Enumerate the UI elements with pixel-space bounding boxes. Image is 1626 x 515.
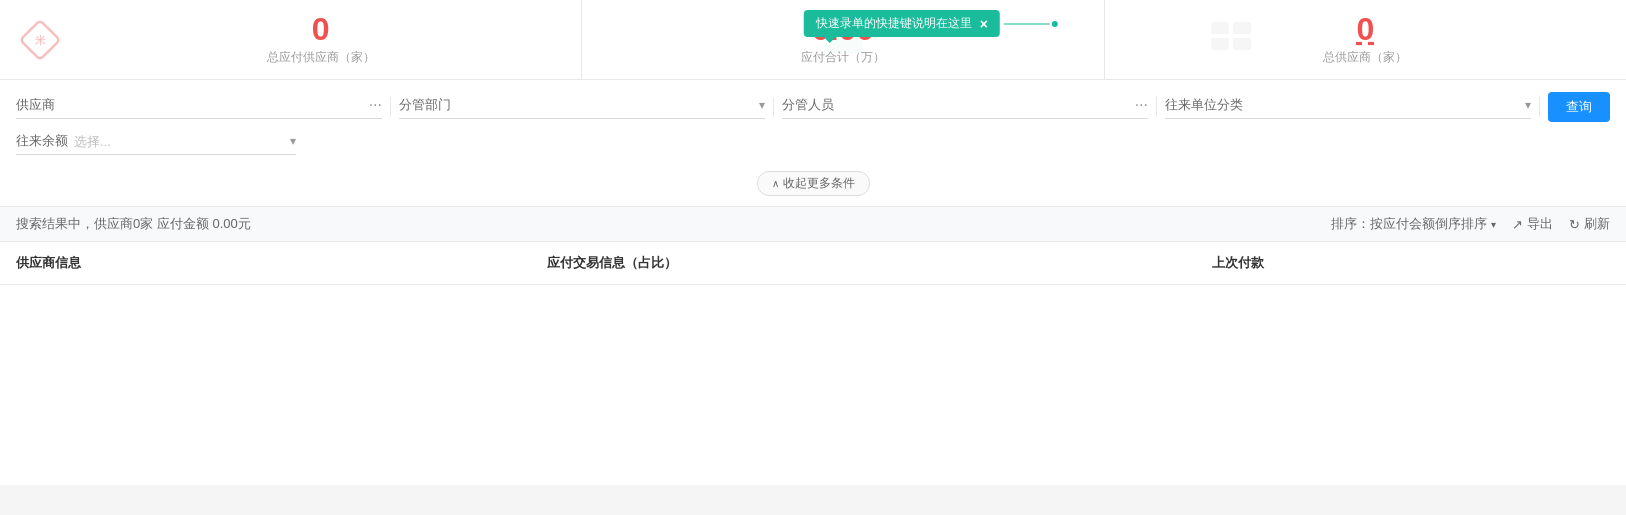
refresh-button[interactable]: ↻ 刷新: [1569, 215, 1610, 233]
unit-label: 往来单位分类: [1165, 96, 1243, 114]
logo-icon: 米: [18, 18, 62, 62]
divider-1: [390, 97, 391, 117]
collapse-button[interactable]: ∧ 收起更多条件: [757, 171, 870, 196]
sort-arrow-icon: ▾: [1491, 219, 1496, 230]
results-bar: 搜索结果中，供应商0家 应付金额 0.00元 排序：按应付会额倒序排序 ▾ ↗ …: [0, 207, 1626, 242]
svg-rect-8: [1211, 38, 1229, 50]
person-filter: 分管人员 ···: [782, 96, 1148, 119]
svg-rect-7: [1233, 22, 1251, 34]
results-actions: 排序：按应付会额倒序排序 ▾ ↗ 导出 ↻ 刷新: [1331, 215, 1610, 233]
refresh-label: 刷新: [1584, 215, 1610, 233]
filter-area: 供应商 ··· 分管部门 ▾ 分管人员 ··· 往来单位分类 ▾ 查询: [0, 80, 1626, 207]
unit-filter: 往来单位分类 ▾: [1165, 96, 1531, 119]
collapse-up-icon: ∧: [772, 178, 779, 189]
export-label: 导出: [1527, 215, 1553, 233]
supplier-input[interactable]: [61, 97, 363, 112]
collapse-label: 收起更多条件: [783, 175, 855, 192]
supplier-label: 供应商: [16, 96, 55, 114]
supplier-filter: 供应商 ···: [16, 96, 382, 119]
balance-arrow-icon[interactable]: ▾: [290, 134, 296, 148]
svg-text:米: 米: [35, 34, 46, 46]
stat1-label: 总应付供应商（家）: [267, 49, 375, 66]
tooltip-text: 快速录单的快捷键说明在这里: [816, 15, 972, 32]
content-area: [0, 285, 1626, 485]
tooltip-line: [1004, 23, 1054, 24]
col-supplier-info-header: 供应商信息: [16, 254, 547, 272]
col-last-payment-header: 上次付款: [1212, 254, 1611, 272]
stat1-number: 0: [312, 13, 330, 45]
dept-input[interactable]: [457, 97, 753, 112]
svg-rect-6: [1211, 22, 1229, 34]
supplier-dots-button[interactable]: ···: [369, 96, 382, 114]
sort-label: 排序：按应付会额倒序排序: [1331, 215, 1487, 233]
svg-rect-9: [1233, 38, 1251, 50]
balance-filter: 往来余额 ▾: [16, 132, 296, 155]
filter-row-2: 往来余额 ▾: [16, 132, 1610, 155]
divider-3: [1156, 97, 1157, 117]
balance-input[interactable]: [74, 134, 284, 149]
person-label: 分管人员: [782, 96, 834, 114]
unit-arrow-icon[interactable]: ▾: [1525, 98, 1531, 112]
refresh-icon: ↻: [1569, 217, 1580, 232]
divider-4: [1539, 97, 1540, 117]
shortcut-tooltip: 快速录单的快捷键说明在这里 ×: [804, 10, 1000, 37]
tooltip-dot: [1050, 19, 1060, 29]
table-header: 供应商信息 应付交易信息（占比） 上次付款: [0, 242, 1626, 285]
stat3-number: 0: [1356, 13, 1374, 45]
stat-total-all-suppliers: 0 总供应商（家）: [1105, 0, 1626, 79]
query-button[interactable]: 查询: [1548, 92, 1610, 122]
grid-icon: [1209, 20, 1259, 60]
person-dots-button[interactable]: ···: [1135, 96, 1148, 114]
unit-input[interactable]: [1249, 97, 1519, 112]
col-transaction-header: 应付交易信息（占比）: [547, 254, 1211, 272]
stat-total-payable: 0.00 应付合计（万） 快速录单的快捷键说明在这里 ×: [582, 0, 1104, 79]
stat-total-suppliers-payable: 米 0 总应付供应商（家）: [0, 0, 582, 79]
dept-label: 分管部门: [399, 96, 451, 114]
export-button[interactable]: ↗ 导出: [1512, 215, 1553, 233]
divider-2: [773, 97, 774, 117]
stat3-label: 总供应商（家）: [1323, 49, 1407, 66]
person-input[interactable]: [840, 97, 1129, 112]
results-info-text: 搜索结果中，供应商0家 应付金额 0.00元: [16, 215, 251, 233]
collapse-bar: ∧ 收起更多条件: [16, 165, 1610, 206]
sort-select[interactable]: 排序：按应付会额倒序排序 ▾: [1331, 215, 1496, 233]
balance-label: 往来余额: [16, 132, 68, 150]
stat2-label: 应付合计（万）: [801, 49, 885, 66]
export-icon: ↗: [1512, 217, 1523, 232]
dept-filter: 分管部门 ▾: [399, 96, 765, 119]
tooltip-close-button[interactable]: ×: [980, 16, 988, 32]
dept-arrow-icon[interactable]: ▾: [759, 98, 765, 112]
filter-row-1: 供应商 ··· 分管部门 ▾ 分管人员 ··· 往来单位分类 ▾ 查询: [16, 92, 1610, 122]
top-stats-bar: 米 0 总应付供应商（家） 0.00 应付合计（万） 快速录单的快捷键说明在这里: [0, 0, 1626, 80]
